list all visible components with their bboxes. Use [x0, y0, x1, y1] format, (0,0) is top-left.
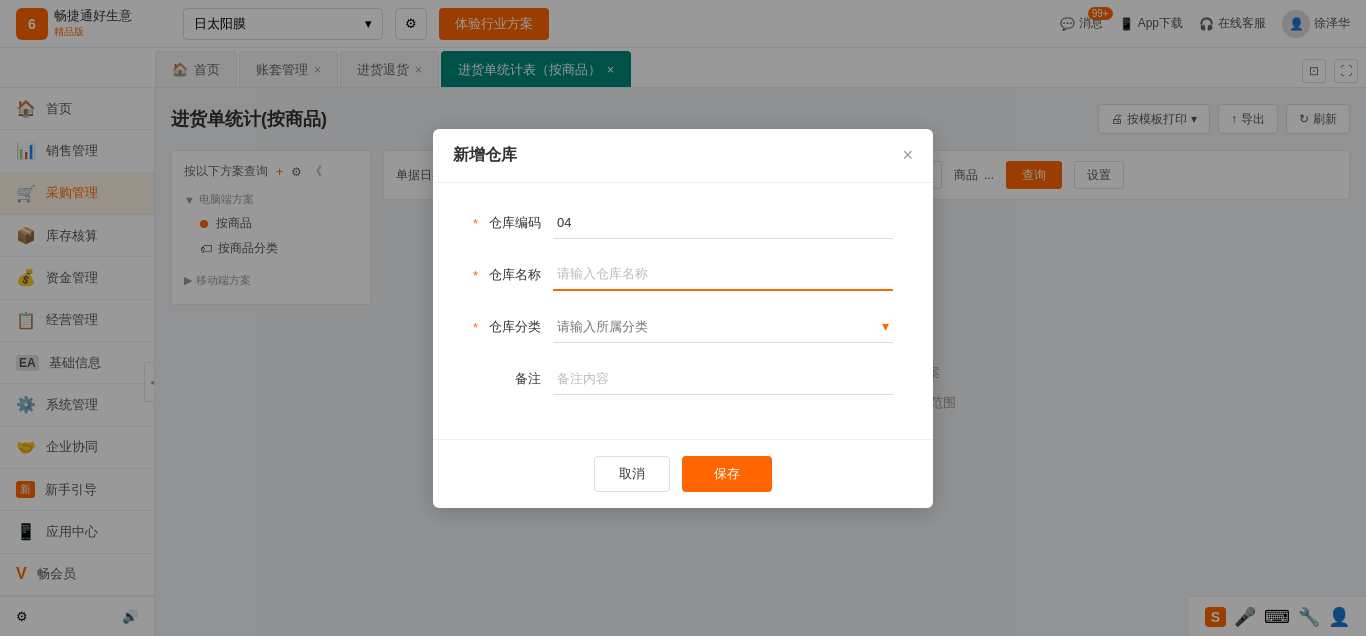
- dialog-title: 新增仓库: [453, 145, 517, 166]
- code-input[interactable]: [553, 207, 893, 239]
- remark-label: 备注: [473, 370, 553, 388]
- code-row: 仓库编码: [473, 207, 893, 239]
- cancel-button[interactable]: 取消: [594, 456, 670, 492]
- dialog-header: 新增仓库 ×: [433, 129, 933, 183]
- remark-input[interactable]: [553, 363, 893, 395]
- category-input[interactable]: [553, 319, 882, 334]
- category-select[interactable]: ▾: [553, 311, 893, 343]
- dialog-body: 仓库编码 仓库名称 仓库分类 ▾ 备注: [433, 183, 933, 439]
- code-label: 仓库编码: [473, 214, 553, 232]
- name-input[interactable]: [553, 259, 893, 291]
- category-label: 仓库分类: [473, 318, 553, 336]
- new-warehouse-dialog: 新增仓库 × 仓库编码 仓库名称 仓库分类 ▾: [433, 129, 933, 508]
- category-row: 仓库分类 ▾: [473, 311, 893, 343]
- modal-overlay[interactable]: 新增仓库 × 仓库编码 仓库名称 仓库分类 ▾: [0, 0, 1366, 636]
- name-row: 仓库名称: [473, 259, 893, 291]
- remark-row: 备注: [473, 363, 893, 395]
- dialog-close-btn[interactable]: ×: [902, 146, 913, 164]
- save-button[interactable]: 保存: [682, 456, 772, 492]
- dialog-footer: 取消 保存: [433, 439, 933, 508]
- chevron-down-icon: ▾: [882, 318, 889, 334]
- name-label: 仓库名称: [473, 266, 553, 284]
